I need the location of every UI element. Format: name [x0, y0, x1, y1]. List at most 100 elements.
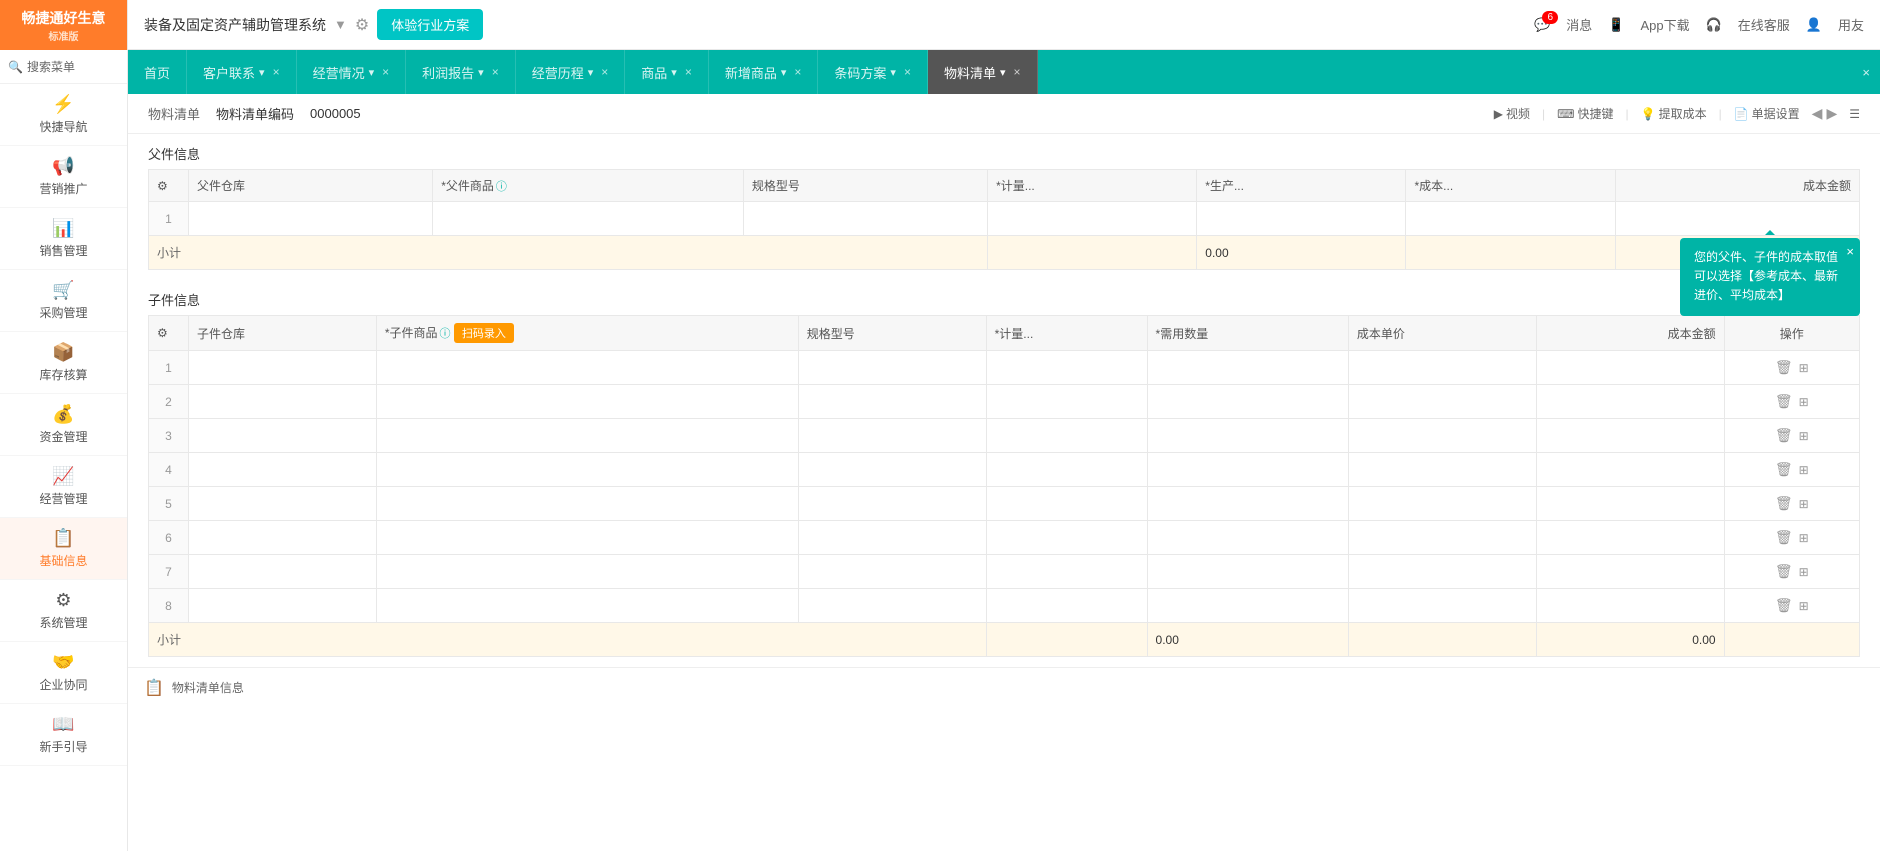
child-cell-cost-amt[interactable]: [1536, 419, 1724, 453]
child-cell-product[interactable]: [376, 521, 798, 555]
sidebar-item-guide[interactable]: 📖 新手引导: [0, 704, 127, 766]
child-cell-cost-amt[interactable]: [1536, 521, 1724, 555]
child-cell-unit[interactable]: [986, 521, 1147, 555]
child-cell-warehouse[interactable]: [189, 351, 377, 385]
child-cell-qty[interactable]: [1147, 453, 1348, 487]
child-cell-uprice[interactable]: [1348, 453, 1536, 487]
copy-row-btn[interactable]: ⊞: [1799, 429, 1809, 443]
child-cell-cost-amt[interactable]: [1536, 385, 1724, 419]
parent-col-settings[interactable]: ⚙: [149, 170, 189, 202]
scan-input-btn[interactable]: 扫码录入: [454, 323, 514, 343]
chevron-down-icon[interactable]: ▼: [334, 17, 347, 32]
message-bell[interactable]: 💬 6: [1534, 17, 1550, 33]
close-all-tabs[interactable]: ×: [1852, 50, 1880, 94]
child-cell-cost-amt[interactable]: [1536, 351, 1724, 385]
username-label[interactable]: 用友: [1838, 15, 1864, 34]
close-tab-icon[interactable]: ×: [273, 65, 280, 79]
tab-new-product[interactable]: 新增商品 ▾ ×: [709, 50, 819, 94]
breadcrumb-bom-list[interactable]: 物料清单: [148, 104, 200, 123]
tab-product[interactable]: 商品 ▾ ×: [625, 50, 709, 94]
child-cell-spec[interactable]: [798, 351, 986, 385]
shortcut-btn[interactable]: ⌨ 快捷键: [1557, 105, 1613, 122]
child-cell-unit[interactable]: [986, 453, 1147, 487]
child-cell-product[interactable]: [376, 351, 798, 385]
sidebar-item-enterprise[interactable]: 🤝 企业协同: [0, 642, 127, 704]
child-cell-spec[interactable]: [798, 589, 986, 623]
child-cell-uprice[interactable]: [1348, 385, 1536, 419]
child-cell-cost-amt[interactable]: [1536, 589, 1724, 623]
child-cell-product[interactable]: [376, 385, 798, 419]
child-cell-unit[interactable]: [986, 487, 1147, 521]
child-cell-qty[interactable]: [1147, 419, 1348, 453]
delete-row-btn[interactable]: 🗑: [1775, 563, 1793, 580]
child-cell-warehouse[interactable]: [189, 419, 377, 453]
parent-cell-spec[interactable]: [743, 202, 987, 236]
sidebar-item-quick-nav[interactable]: ⚡ 快捷导航: [0, 84, 127, 146]
child-cell-product[interactable]: [376, 453, 798, 487]
child-cell-warehouse[interactable]: [189, 487, 377, 521]
sidebar-item-marketing[interactable]: 📢 营销推广: [0, 146, 127, 208]
tab-profit[interactable]: 利润报告 ▾ ×: [406, 50, 516, 94]
close-tab-icon[interactable]: ×: [1014, 65, 1021, 79]
copy-row-btn[interactable]: ⊞: [1799, 497, 1809, 511]
child-cell-product[interactable]: [376, 589, 798, 623]
sidebar-item-basic-info[interactable]: 📋 基础信息: [0, 518, 127, 580]
tab-history[interactable]: 经营历程 ▾ ×: [516, 50, 626, 94]
copy-row-btn[interactable]: ⊞: [1799, 361, 1809, 375]
delete-row-btn[interactable]: 🗑: [1775, 495, 1793, 512]
child-cell-qty[interactable]: [1147, 351, 1348, 385]
copy-row-btn[interactable]: ⊞: [1799, 463, 1809, 477]
child-cell-cost-amt[interactable]: [1536, 555, 1724, 589]
single-setting-btn[interactable]: 📄 单据设置: [1734, 105, 1800, 122]
parent-cell-cost[interactable]: [1406, 202, 1615, 236]
sidebar-item-purchase[interactable]: 🛒 采购管理: [0, 270, 127, 332]
parent-cell-product[interactable]: [433, 202, 744, 236]
child-cell-warehouse[interactable]: [189, 385, 377, 419]
view-video-btn[interactable]: ▶ 视频: [1494, 105, 1530, 122]
sidebar-item-sales[interactable]: 📊 销售管理: [0, 208, 127, 270]
child-cell-unit[interactable]: [986, 555, 1147, 589]
next-record-btn[interactable]: ▶: [1826, 105, 1837, 122]
sidebar-item-inventory[interactable]: 📦 库存核算: [0, 332, 127, 394]
online-service-link[interactable]: 在线客服: [1738, 15, 1790, 34]
child-cell-warehouse[interactable]: [189, 521, 377, 555]
child-cell-spec[interactable]: [798, 419, 986, 453]
delete-row-btn[interactable]: 🗑: [1775, 359, 1793, 376]
child-col-settings[interactable]: ⚙: [149, 316, 189, 351]
experience-btn[interactable]: 体验行业方案: [377, 9, 483, 40]
close-tab-icon[interactable]: ×: [601, 65, 608, 79]
delete-row-btn[interactable]: 🗑: [1775, 427, 1793, 444]
extract-cost-btn[interactable]: 💡 提取成本: [1641, 105, 1707, 122]
parent-cell-unit[interactable]: [988, 202, 1197, 236]
child-cell-unit[interactable]: [986, 419, 1147, 453]
tab-barcode[interactable]: 条码方案 ▾ ×: [818, 50, 928, 94]
sidebar-item-operations[interactable]: 📈 经营管理: [0, 456, 127, 518]
child-cell-spec[interactable]: [798, 453, 986, 487]
child-cell-spec[interactable]: [798, 521, 986, 555]
grid-view-btn[interactable]: ☰: [1849, 107, 1860, 121]
app-download-link[interactable]: App下载: [1640, 15, 1689, 34]
copy-row-btn[interactable]: ⊞: [1799, 531, 1809, 545]
child-cell-cost-amt[interactable]: [1536, 453, 1724, 487]
copy-row-btn[interactable]: ⊞: [1799, 599, 1809, 613]
tab-bom[interactable]: 物料清单 ▾ ×: [928, 50, 1038, 94]
child-cell-unit[interactable]: [986, 385, 1147, 419]
child-cell-warehouse[interactable]: [189, 555, 377, 589]
child-cell-spec[interactable]: [798, 385, 986, 419]
child-cell-qty[interactable]: [1147, 555, 1348, 589]
child-cell-spec[interactable]: [798, 487, 986, 521]
child-cell-uprice[interactable]: [1348, 419, 1536, 453]
parent-cell-produce[interactable]: [1197, 202, 1406, 236]
child-cell-unit[interactable]: [986, 351, 1147, 385]
delete-row-btn[interactable]: 🗑: [1775, 461, 1793, 478]
tab-home[interactable]: 首页: [128, 50, 187, 94]
child-cell-qty[interactable]: [1147, 487, 1348, 521]
child-cell-qty[interactable]: [1147, 589, 1348, 623]
delete-row-btn[interactable]: 🗑: [1775, 597, 1793, 614]
tab-customer[interactable]: 客户联系 ▾ ×: [187, 50, 297, 94]
child-cell-unit[interactable]: [986, 589, 1147, 623]
child-cell-qty[interactable]: [1147, 521, 1348, 555]
sidebar-item-search[interactable]: 🔍 搜索菜单: [0, 50, 127, 84]
child-cell-warehouse[interactable]: [189, 453, 377, 487]
prev-record-btn[interactable]: ◀: [1812, 105, 1823, 122]
